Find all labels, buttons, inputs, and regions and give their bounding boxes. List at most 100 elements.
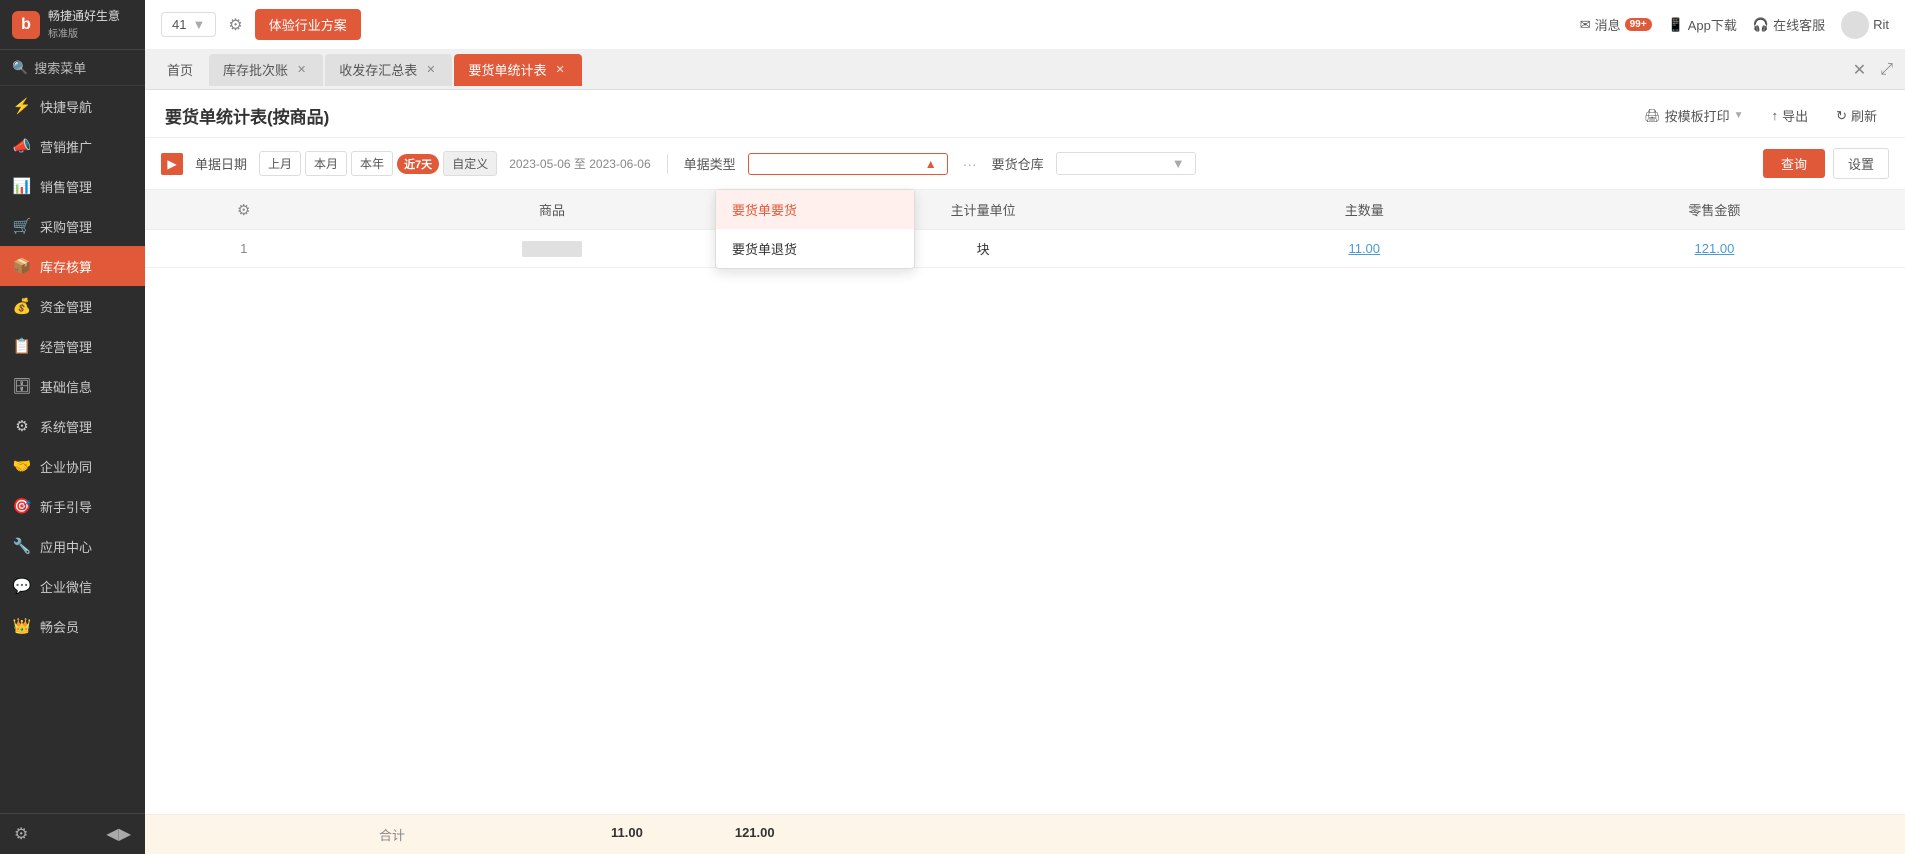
row-qty: 11.00 [1205,230,1524,268]
warehouse-input[interactable]: ▼ [1056,152,1196,175]
filter-bar: ▶ 单据日期 上月 本月 本年 近7天 自定义 2023-05-06 至 202… [145,138,1905,190]
custom-date-btn[interactable]: 自定义 [443,151,497,176]
date-buttons: 上月 本月 本年 近7天 自定义 [259,151,497,176]
sidebar-item-guide[interactable]: 🎯 新手引导 [0,486,145,526]
refresh-icon: ↻ [1836,108,1847,124]
last-month-btn[interactable]: 上月 [259,151,301,176]
tab-close-order-stats[interactable]: ✕ [553,62,568,77]
table-footer: 合计 11.00 121.00 [145,814,1905,854]
store-selector[interactable]: 41 ▼ [161,12,216,37]
guide-icon: 🎯 [12,496,32,516]
sidebar-item-finance[interactable]: 💰 资金管理 [0,286,145,326]
sidebar-item-operation[interactable]: 📋 经营管理 [0,326,145,366]
tab-close-receive-summary[interactable]: ✕ [423,62,438,77]
sidebar-item-member[interactable]: 👑 畅会员 [0,606,145,646]
sidebar-logo: b 畅捷通好生意 标准版 [0,0,145,50]
tab-home[interactable]: 首页 [153,54,207,86]
topbar-right: ✉ 消息 99+ 📱 App下载 🎧 在线客服 Rit [1580,11,1889,39]
topbar-settings-icon[interactable]: ⚙ [224,11,246,39]
sidebar-item-wechat[interactable]: 💬 企业微信 [0,566,145,606]
tab-inventory-batch[interactable]: 库存批次账 ✕ [209,54,323,86]
tab-receive-summary[interactable]: 收发存汇总表 ✕ [325,54,452,86]
base-icon: 🗄 [12,376,32,396]
topbar: 41 ▼ ⚙ 体验行业方案 ✉ 消息 99+ 📱 App下载 🎧 在线客服 R [145,0,1905,50]
filter-expand-button[interactable]: ▶ [161,153,183,175]
query-button[interactable]: 查询 [1763,149,1825,178]
marketing-icon: 📣 [12,136,32,156]
app-download-action[interactable]: 📱 App下载 [1668,15,1737,34]
operation-icon: 📋 [12,336,32,356]
col-settings[interactable]: ⚙ [145,190,342,230]
sidebar-menu: ⚡ 快捷导航 📣 营销推广 📊 销售管理 🛒 采购管理 📦 库存核算 💰 资金管… [0,86,145,813]
row-product [342,230,761,268]
expand-icon: ▶ [167,157,176,171]
this-year-btn[interactable]: 本年 [351,151,393,176]
footer-qty: 11.00 [565,825,689,844]
sidebar-item-marketing[interactable]: 📣 营销推广 [0,126,145,166]
sidebar-search[interactable]: 🔍 搜索菜单 [0,50,145,86]
user-profile[interactable]: Rit [1841,11,1889,39]
industry-button[interactable]: 体验行业方案 [255,9,361,40]
online-service-action[interactable]: 🎧 在线客服 [1753,15,1825,34]
sales-icon: 📊 [12,176,32,196]
settings-bottom-icon[interactable]: ⚙ [14,824,28,844]
type-input[interactable]: ▲ [748,153,948,175]
col-settings-icon[interactable]: ⚙ [237,202,250,219]
sidebar: b 畅捷通好生意 标准版 🔍 搜索菜单 ⚡ 快捷导航 📣 营销推广 📊 销售管理… [0,0,145,854]
logo-icon: b [12,11,40,39]
sidebar-item-sales[interactable]: 📊 销售管理 [0,166,145,206]
messages-icon: ✉ [1580,17,1591,33]
system-icon: ⚙ [12,416,32,436]
sidebar-item-quick-nav[interactable]: ⚡ 快捷导航 [0,86,145,126]
sidebar-item-appstore[interactable]: 🔧 应用中心 [0,526,145,566]
export-icon: ↑ [1772,108,1779,123]
tab-close-inventory-batch[interactable]: ✕ [294,62,309,77]
table-area: ⚙ 商品 主计量单位 主数量 零售金额 1 [145,190,1905,814]
row-amount: 121.00 [1524,230,1905,268]
sidebar-item-purchase[interactable]: 🛒 采购管理 [0,206,145,246]
page-title: 要货单统计表(按商品) [165,103,329,128]
table-row: 1 块 11.00 121.00 [145,230,1905,268]
sidebar-item-system[interactable]: ⚙ 系统管理 [0,406,145,446]
data-table: ⚙ 商品 主计量单位 主数量 零售金额 1 [145,190,1905,268]
sidebar-item-collab[interactable]: 🤝 企业协同 [0,446,145,486]
product-placeholder [522,241,582,257]
filter-settings-button[interactable]: 设置 [1833,148,1889,179]
tab-order-stats[interactable]: 要货单统计表 ✕ [454,54,581,86]
member-icon: 👑 [12,616,32,636]
purchase-icon: 🛒 [12,216,32,236]
date-range-text: 2023-05-06 至 2023-06-06 [509,155,650,172]
tab-expand[interactable]: ⤢ [1876,59,1897,81]
headset-icon: 🎧 [1753,17,1769,33]
sidebar-item-inventory[interactable]: 📦 库存核算 [0,246,145,286]
export-button[interactable]: ↑ 导出 [1764,102,1817,129]
footer-amount: 121.00 [689,825,821,844]
sidebar-item-base[interactable]: 🗄 基础信息 [0,366,145,406]
refresh-button[interactable]: ↻ 刷新 [1828,102,1885,129]
messages-action[interactable]: ✉ 消息 99+ [1580,15,1652,34]
inventory-icon: 📦 [12,256,32,276]
filter-divider [667,154,668,174]
row-num: 1 [145,230,342,268]
this-month-btn[interactable]: 本月 [305,151,347,176]
avatar [1841,11,1869,39]
appstore-icon: 🔧 [12,536,32,556]
col-qty: 主数量 [1205,190,1524,230]
page-actions: 🖨 按模板打印 ▼ ↑ 导出 ↻ 刷新 [1636,102,1885,129]
store-dropdown-icon: ▼ [192,17,205,32]
tab-close-all[interactable]: ✕ [1849,58,1870,82]
col-amount: 零售金额 [1524,190,1905,230]
print-button[interactable]: 🖨 按模板打印 ▼ [1636,102,1751,129]
topbar-left: 41 ▼ ⚙ 体验行业方案 [161,9,361,40]
recent-7days-badge[interactable]: 近7天 [397,154,439,174]
dropdown-item-0[interactable]: 要货单要货 [716,190,914,229]
type-dropdown: 要货单要货 要货单退货 [715,189,915,269]
wechat-icon: 💬 [12,576,32,596]
collapse-icon[interactable]: ◀▶ [106,824,131,844]
app-icon: 📱 [1668,17,1684,33]
print-dropdown-icon: ▼ [1734,110,1744,121]
page-header: 要货单统计表(按商品) 🖨 按模板打印 ▼ ↑ 导出 ↻ 刷新 [145,90,1905,138]
dropdown-item-1[interactable]: 要货单退货 [716,229,914,268]
filter-more-icon[interactable]: ··· [960,153,980,175]
col-product: 商品 [342,190,761,230]
